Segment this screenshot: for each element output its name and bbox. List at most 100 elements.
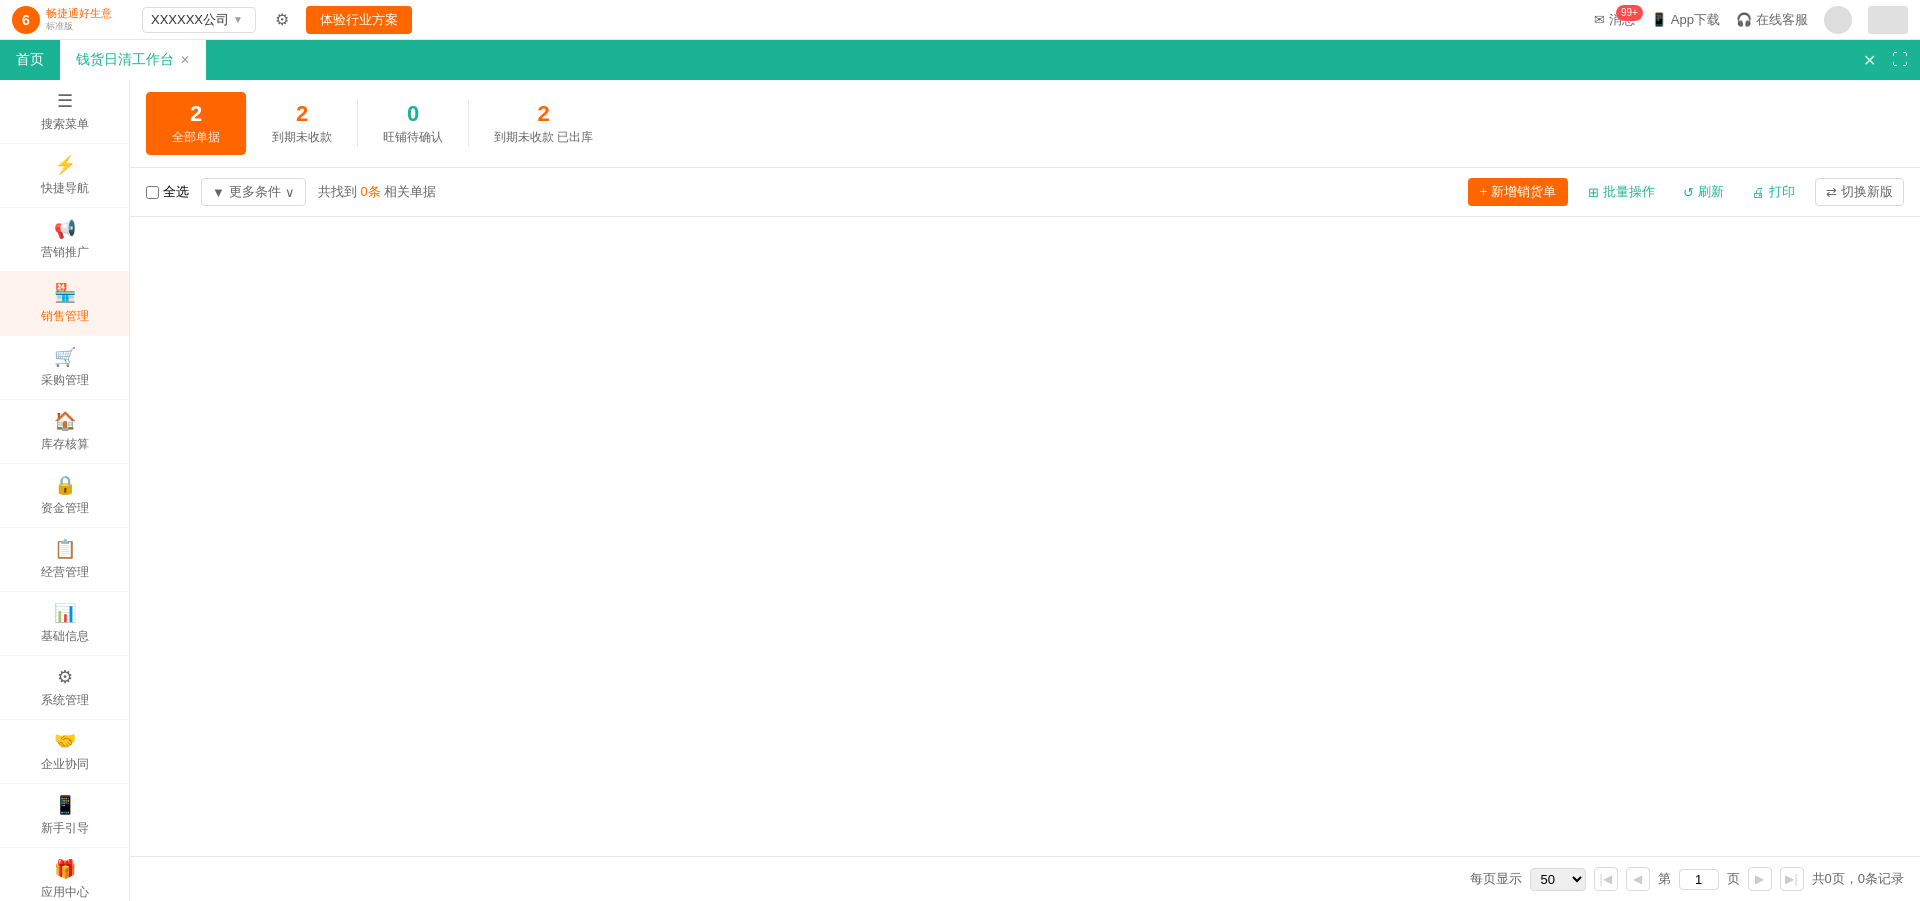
filter-button[interactable]: ▼ 更多条件 ∨ [201, 178, 306, 206]
company-name: XXXXXX公司 [151, 11, 229, 29]
sidebar-item-finance-label: 资金管理 [41, 500, 89, 517]
sidebar-item-app-center[interactable]: 🎁 应用中心 [0, 848, 129, 901]
filter-chevron-icon: ∨ [285, 185, 295, 200]
pagination-bar: 每页显示 50 20 100 |◀ ◀ 第 页 ▶ ▶| 共0页，0条记录 [130, 856, 1920, 901]
sidebar-item-sales[interactable]: 🏪 销售管理 [0, 272, 129, 336]
purchase-icon: 🛒 [54, 346, 76, 368]
quick-nav-icon: ⚡ [54, 154, 76, 176]
page-first-button[interactable]: |◀ [1594, 867, 1618, 891]
page-next-button[interactable]: ▶ [1748, 867, 1772, 891]
service-icon: 🎧 [1736, 12, 1752, 27]
app-center-icon: 🎁 [54, 858, 76, 880]
summary-card-pending[interactable]: 0 旺铺待确认 [358, 92, 468, 155]
avatar[interactable] [1824, 6, 1852, 34]
sidebar-item-search[interactable]: ☰ 搜索菜单 [0, 80, 129, 144]
top-header: 6 畅捷通好生意 标准版 XXXXXX公司 ▼ ⚙ 体验行业方案 ✉ 消息 99… [0, 0, 1920, 40]
sidebar-item-marketing-label: 营销推广 [41, 244, 89, 261]
sidebar-item-beginner[interactable]: 📱 新手引导 [0, 784, 129, 848]
switch-version-button[interactable]: ⇄ 切换新版 [1815, 178, 1904, 206]
add-sales-order-button[interactable]: + 新增销货单 [1468, 178, 1568, 206]
app-download-label: App下载 [1671, 11, 1720, 29]
online-service-button[interactable]: 🎧 在线客服 [1736, 11, 1808, 29]
page-prev-button[interactable]: ◀ [1626, 867, 1650, 891]
page-input[interactable] [1679, 869, 1719, 890]
found-text: 共找到 0条 相关单据 [318, 183, 436, 201]
batch-icon: ⊞ [1588, 185, 1599, 200]
select-all-checkbox[interactable]: 全选 [146, 183, 189, 201]
main-layout: ☰ 搜索菜单 ⚡ 快捷导航 📢 营销推广 🏪 销售管理 🛒 采购管理 🏠 库存核… [0, 80, 1920, 901]
sidebar-item-system[interactable]: ⚙ 系统管理 [0, 656, 129, 720]
operations-icon: 📋 [54, 538, 76, 560]
settings-icon-btn[interactable]: ⚙ [268, 6, 296, 34]
sidebar-item-purchase[interactable]: 🛒 采购管理 [0, 336, 129, 400]
sidebar-item-quick-nav-label: 快捷导航 [41, 180, 89, 197]
print-button[interactable]: 🖨 打印 [1744, 179, 1803, 205]
page-suffix: 页 [1727, 870, 1740, 888]
summary-all-label: 全部单据 [172, 129, 220, 146]
batch-operation-button[interactable]: ⊞ 批量操作 [1580, 179, 1663, 205]
toolbar: 全选 ▼ 更多条件 ∨ 共找到 0条 相关单据 + 新增销货单 ⊞ 批量操作 ↺ [130, 168, 1920, 217]
tab-home-label: 首页 [16, 51, 44, 69]
found-count: 0条 [361, 184, 381, 199]
select-all-input[interactable] [146, 186, 159, 199]
sidebar-item-inventory[interactable]: 🏠 库存核算 [0, 400, 129, 464]
user-name-area [1868, 6, 1908, 34]
sidebar-item-finance[interactable]: 🔒 资金管理 [0, 464, 129, 528]
system-icon: ⚙ [57, 666, 73, 688]
refresh-icon: ↺ [1683, 185, 1694, 200]
summary-card-shipped[interactable]: 2 到期未收款 已出库 [469, 92, 618, 155]
tab-home[interactable]: 首页 [0, 40, 60, 80]
message-icon: ✉ [1594, 12, 1605, 27]
sidebar-item-marketing[interactable]: 📢 营销推广 [0, 208, 129, 272]
content-area: 2 全部单据 2 到期未收款 0 旺铺待确认 2 到期未收款 已出库 [130, 80, 1920, 901]
logo-area: 6 畅捷通好生意 标准版 [12, 6, 142, 34]
sidebar-item-purchase-label: 采购管理 [41, 372, 89, 389]
logo-text: 畅捷通好生意 [46, 6, 112, 20]
download-icon: 📱 [1651, 12, 1667, 27]
company-selector[interactable]: XXXXXX公司 ▼ [142, 7, 256, 33]
sidebar-item-operations-label: 经营管理 [41, 564, 89, 581]
sidebar-item-app-center-label: 应用中心 [41, 884, 89, 901]
basic-info-icon: 📊 [54, 602, 76, 624]
page-label: 第 [1658, 870, 1671, 888]
print-label: 打印 [1769, 183, 1795, 201]
table-area [130, 217, 1920, 856]
messages-button[interactable]: ✉ 消息 99+ [1594, 11, 1635, 29]
per-page-select[interactable]: 50 20 100 [1530, 868, 1586, 891]
summary-shipped-label: 到期未收款 已出库 [494, 129, 593, 146]
finance-icon: 🔒 [54, 474, 76, 496]
sidebar-item-operations[interactable]: 📋 经营管理 [0, 528, 129, 592]
tab-close-icon[interactable]: ✕ [180, 53, 190, 67]
summary-pending-count: 0 [407, 101, 419, 127]
sidebar-item-basic-info[interactable]: 📊 基础信息 [0, 592, 129, 656]
tab-qhrc[interactable]: 钱货日清工作台 ✕ [60, 40, 206, 80]
summary-pending-label: 旺铺待确认 [383, 129, 443, 146]
app-download-button[interactable]: 📱 App下载 [1651, 11, 1720, 29]
tab-minimize-icon[interactable]: ✕ [1859, 47, 1880, 74]
logo-icon: 6 [12, 6, 40, 34]
gear-icon: ⚙ [275, 10, 289, 29]
summary-cards: 2 全部单据 2 到期未收款 0 旺铺待确认 2 到期未收款 已出库 [130, 80, 1920, 168]
chevron-down-icon: ▼ [233, 14, 243, 25]
sidebar-item-enterprise-label: 企业协同 [41, 756, 89, 773]
toolbar-right: + 新增销货单 ⊞ 批量操作 ↺ 刷新 🖨 打印 ⇄ 切换新版 [1468, 178, 1904, 206]
marketing-icon: 📢 [54, 218, 76, 240]
sales-icon: 🏪 [54, 282, 76, 304]
filter-icon: ▼ [212, 185, 225, 200]
page-last-button[interactable]: ▶| [1780, 867, 1804, 891]
summary-card-overdue[interactable]: 2 到期未收款 [247, 92, 357, 155]
sidebar-item-quick-nav[interactable]: ⚡ 快捷导航 [0, 144, 129, 208]
found-prefix: 共找到 [318, 184, 357, 199]
found-suffix: 相关单据 [384, 184, 436, 199]
refresh-label: 刷新 [1698, 183, 1724, 201]
trial-button[interactable]: 体验行业方案 [306, 6, 412, 34]
refresh-button[interactable]: ↺ 刷新 [1675, 179, 1732, 205]
tab-bar: 首页 钱货日清工作台 ✕ ✕ ⛶ [0, 40, 1920, 80]
summary-card-all[interactable]: 2 全部单据 [146, 92, 246, 155]
sidebar-item-enterprise[interactable]: 🤝 企业协同 [0, 720, 129, 784]
tab-maximize-icon[interactable]: ⛶ [1888, 47, 1912, 73]
select-all-label: 全选 [163, 183, 189, 201]
sidebar-item-inventory-label: 库存核算 [41, 436, 89, 453]
batch-label: 批量操作 [1603, 183, 1655, 201]
filter-label: 更多条件 [229, 183, 281, 201]
